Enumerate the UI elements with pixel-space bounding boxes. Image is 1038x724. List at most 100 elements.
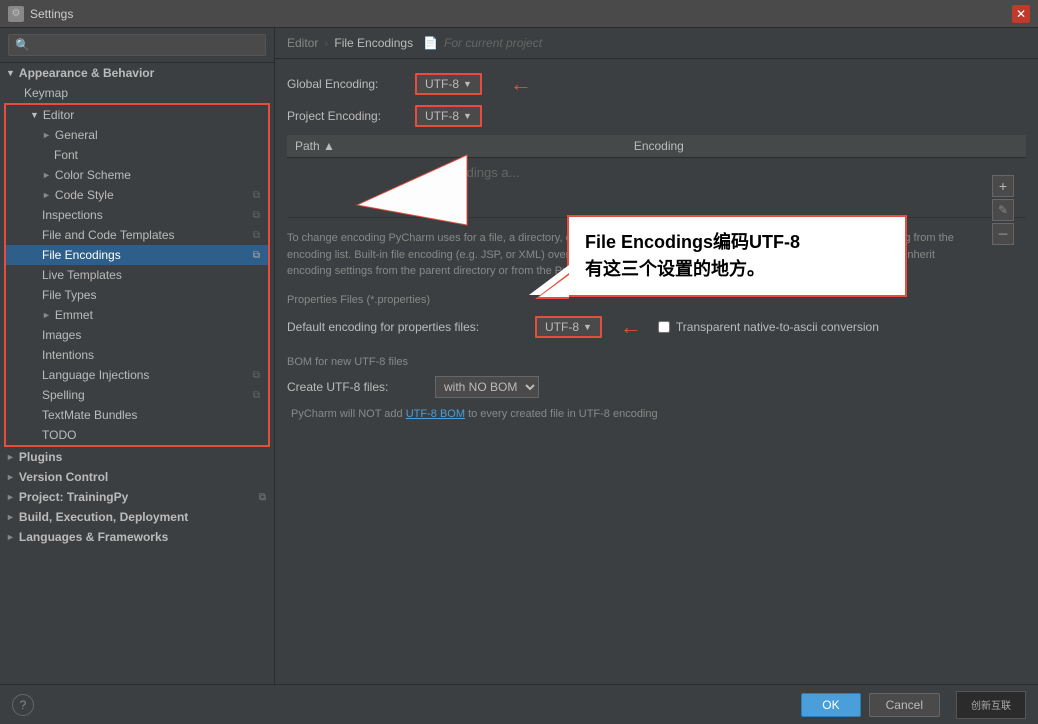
transparent-checkbox[interactable] xyxy=(658,321,670,333)
sidebar-item-file-encodings[interactable]: File Encodings ⧉ xyxy=(6,245,268,265)
expand-icon: ▼ xyxy=(6,68,15,78)
search-input[interactable] xyxy=(8,34,266,56)
bom-section-title: BOM for new UTF-8 files xyxy=(287,356,1026,368)
sidebar-item-color-scheme[interactable]: ► Color Scheme xyxy=(6,165,268,185)
sidebar: ▼ Appearance & Behavior Keymap ▼ Editor … xyxy=(0,28,275,684)
sidebar-item-language-injections[interactable]: Language Injections ⧉ xyxy=(6,365,268,385)
sidebar-item-label: Appearance & Behavior xyxy=(19,66,154,80)
callout-pointer xyxy=(539,275,569,297)
default-encoding-label: Default encoding for properties files: xyxy=(287,320,527,334)
logo-area: 创新互联 xyxy=(956,691,1026,719)
sidebar-item-keymap[interactable]: Keymap xyxy=(0,83,274,103)
sidebar-item-label: Live Templates xyxy=(42,268,122,282)
sidebar-item-file-types[interactable]: File Types xyxy=(6,285,268,305)
sidebar-item-project[interactable]: ► Project: TrainingPy ⧉ xyxy=(0,487,274,507)
remove-path-button[interactable]: − xyxy=(992,223,1014,245)
project-encoding-row: Project Encoding: UTF-8 ▼ xyxy=(287,105,1026,127)
sidebar-item-label: Version Control xyxy=(19,470,108,484)
project-encoding-label: Project Encoding: xyxy=(287,109,407,123)
transparent-label: Transparent native-to-ascii conversion xyxy=(676,320,879,334)
bom-description: PyCharm will NOT add UTF-8 BOM to every … xyxy=(287,406,1026,423)
table-toolbar: + ✎ − xyxy=(992,175,1014,245)
file-table: Path ▲ Encoding xyxy=(287,135,1026,218)
breadcrumb-separator: › xyxy=(324,36,328,50)
sidebar-item-version-control[interactable]: ► Version Control xyxy=(0,467,274,487)
expand-icon: ► xyxy=(6,512,15,522)
expand-icon: ► xyxy=(42,130,51,140)
sidebar-item-appearance-behavior[interactable]: ▼ Appearance & Behavior xyxy=(0,63,274,83)
window-icon: ⚙ xyxy=(8,6,24,22)
sidebar-item-label: File Types xyxy=(42,288,96,302)
callout-line2: 有这三个设置的地方。 xyxy=(585,256,889,283)
expand-icon: ► xyxy=(42,310,51,320)
ok-button[interactable]: OK xyxy=(801,693,860,717)
sidebar-item-images[interactable]: Images xyxy=(6,325,268,345)
window-title: Settings xyxy=(30,7,1006,21)
add-path-button[interactable]: + xyxy=(992,175,1014,197)
default-encoding-dropdown[interactable]: UTF-8 ▼ xyxy=(535,316,602,338)
create-utf8-dropdown[interactable]: with NO BOM with BOM xyxy=(435,376,539,398)
sidebar-item-spelling[interactable]: Spelling ⧉ xyxy=(6,385,268,405)
action-buttons: OK Cancel xyxy=(801,693,940,717)
sidebar-item-editor[interactable]: ▼ Editor xyxy=(6,105,268,125)
table-col-encoding: Encoding xyxy=(626,135,1026,158)
title-bar: ⚙ Settings ✕ xyxy=(0,0,1038,28)
sidebar-item-label: Editor xyxy=(43,108,74,122)
default-encoding-value: UTF-8 xyxy=(545,320,579,334)
sidebar-item-todo[interactable]: TODO xyxy=(6,425,268,445)
project-encoding-value: UTF-8 xyxy=(425,109,459,123)
sidebar-item-label: File Encodings xyxy=(42,248,121,262)
utf8-bom-link[interactable]: UTF-8 BOM xyxy=(406,408,465,420)
search-bar xyxy=(0,28,274,63)
sidebar-item-label: Images xyxy=(42,328,81,342)
cancel-button[interactable]: Cancel xyxy=(869,693,940,717)
content-area: Editor › File Encodings 📄 For current pr… xyxy=(275,28,1038,684)
project-encoding-dropdown[interactable]: UTF-8 ▼ xyxy=(415,105,482,127)
arrow-annotation-2: ← xyxy=(620,314,642,340)
expand-icon: ► xyxy=(6,472,15,482)
expand-icon: ► xyxy=(42,190,51,200)
bottom-bar: ? OK Cancel 创新互联 xyxy=(0,684,1038,724)
sidebar-item-label: Keymap xyxy=(24,86,68,100)
create-utf8-row: Create UTF-8 files: with NO BOM with BOM xyxy=(287,376,1026,398)
content-body: Global Encoding: UTF-8 ▼ ← Project Encod… xyxy=(275,59,1038,684)
breadcrumb-editor: Editor xyxy=(287,36,318,50)
close-button[interactable]: ✕ xyxy=(1012,5,1030,23)
sidebar-item-build-execution[interactable]: ► Build, Execution, Deployment xyxy=(0,507,274,527)
expand-icon: ► xyxy=(6,532,15,542)
logo-text: 创新互联 xyxy=(971,697,1011,712)
sidebar-item-textmate-bundles[interactable]: TextMate Bundles xyxy=(6,405,268,425)
global-encoding-dropdown[interactable]: UTF-8 ▼ xyxy=(415,73,482,95)
bom-section: BOM for new UTF-8 files Create UTF-8 fil… xyxy=(287,356,1026,423)
sidebar-item-label: TextMate Bundles xyxy=(42,408,137,422)
sidebar-item-emmet[interactable]: ► Emmet xyxy=(6,305,268,325)
edit-path-button[interactable]: ✎ xyxy=(992,199,1014,221)
copy-icon: ⧉ xyxy=(253,210,260,221)
dropdown-arrow-icon: ▼ xyxy=(463,79,472,89)
create-utf8-label: Create UTF-8 files: xyxy=(287,380,427,394)
sidebar-item-plugins[interactable]: ► Plugins xyxy=(0,447,274,467)
expand-icon: ► xyxy=(42,170,51,180)
expand-icon: ► xyxy=(6,452,15,462)
default-encoding-row: Default encoding for properties files: U… xyxy=(287,314,1026,340)
table-row xyxy=(287,158,1026,218)
sidebar-item-live-templates[interactable]: Live Templates xyxy=(6,265,268,285)
sidebar-item-general[interactable]: ► General xyxy=(6,125,268,145)
file-icon: 📄 xyxy=(423,36,438,50)
sidebar-item-label: Inspections xyxy=(42,208,103,222)
breadcrumb-note: For current project xyxy=(444,36,542,50)
sidebar-item-label: Build, Execution, Deployment xyxy=(19,510,188,524)
sidebar-item-intentions[interactable]: Intentions xyxy=(6,345,268,365)
sidebar-item-file-code-templates[interactable]: File and Code Templates ⧉ xyxy=(6,225,268,245)
main-layout: ▼ Appearance & Behavior Keymap ▼ Editor … xyxy=(0,28,1038,684)
sidebar-item-label: Plugins xyxy=(19,450,62,464)
sidebar-item-label: Language Injections xyxy=(42,368,149,382)
help-button[interactable]: ? xyxy=(12,694,34,716)
sidebar-item-label: Font xyxy=(54,148,78,162)
copy-icon: ⧉ xyxy=(259,492,266,503)
sidebar-item-code-style[interactable]: ► Code Style ⧉ xyxy=(6,185,268,205)
sidebar-item-languages-frameworks[interactable]: ► Languages & Frameworks xyxy=(0,527,274,547)
sidebar-item-font[interactable]: Font xyxy=(6,145,268,165)
sort-indicator: ▲ xyxy=(323,139,335,153)
sidebar-item-inspections[interactable]: Inspections ⧉ xyxy=(6,205,268,225)
